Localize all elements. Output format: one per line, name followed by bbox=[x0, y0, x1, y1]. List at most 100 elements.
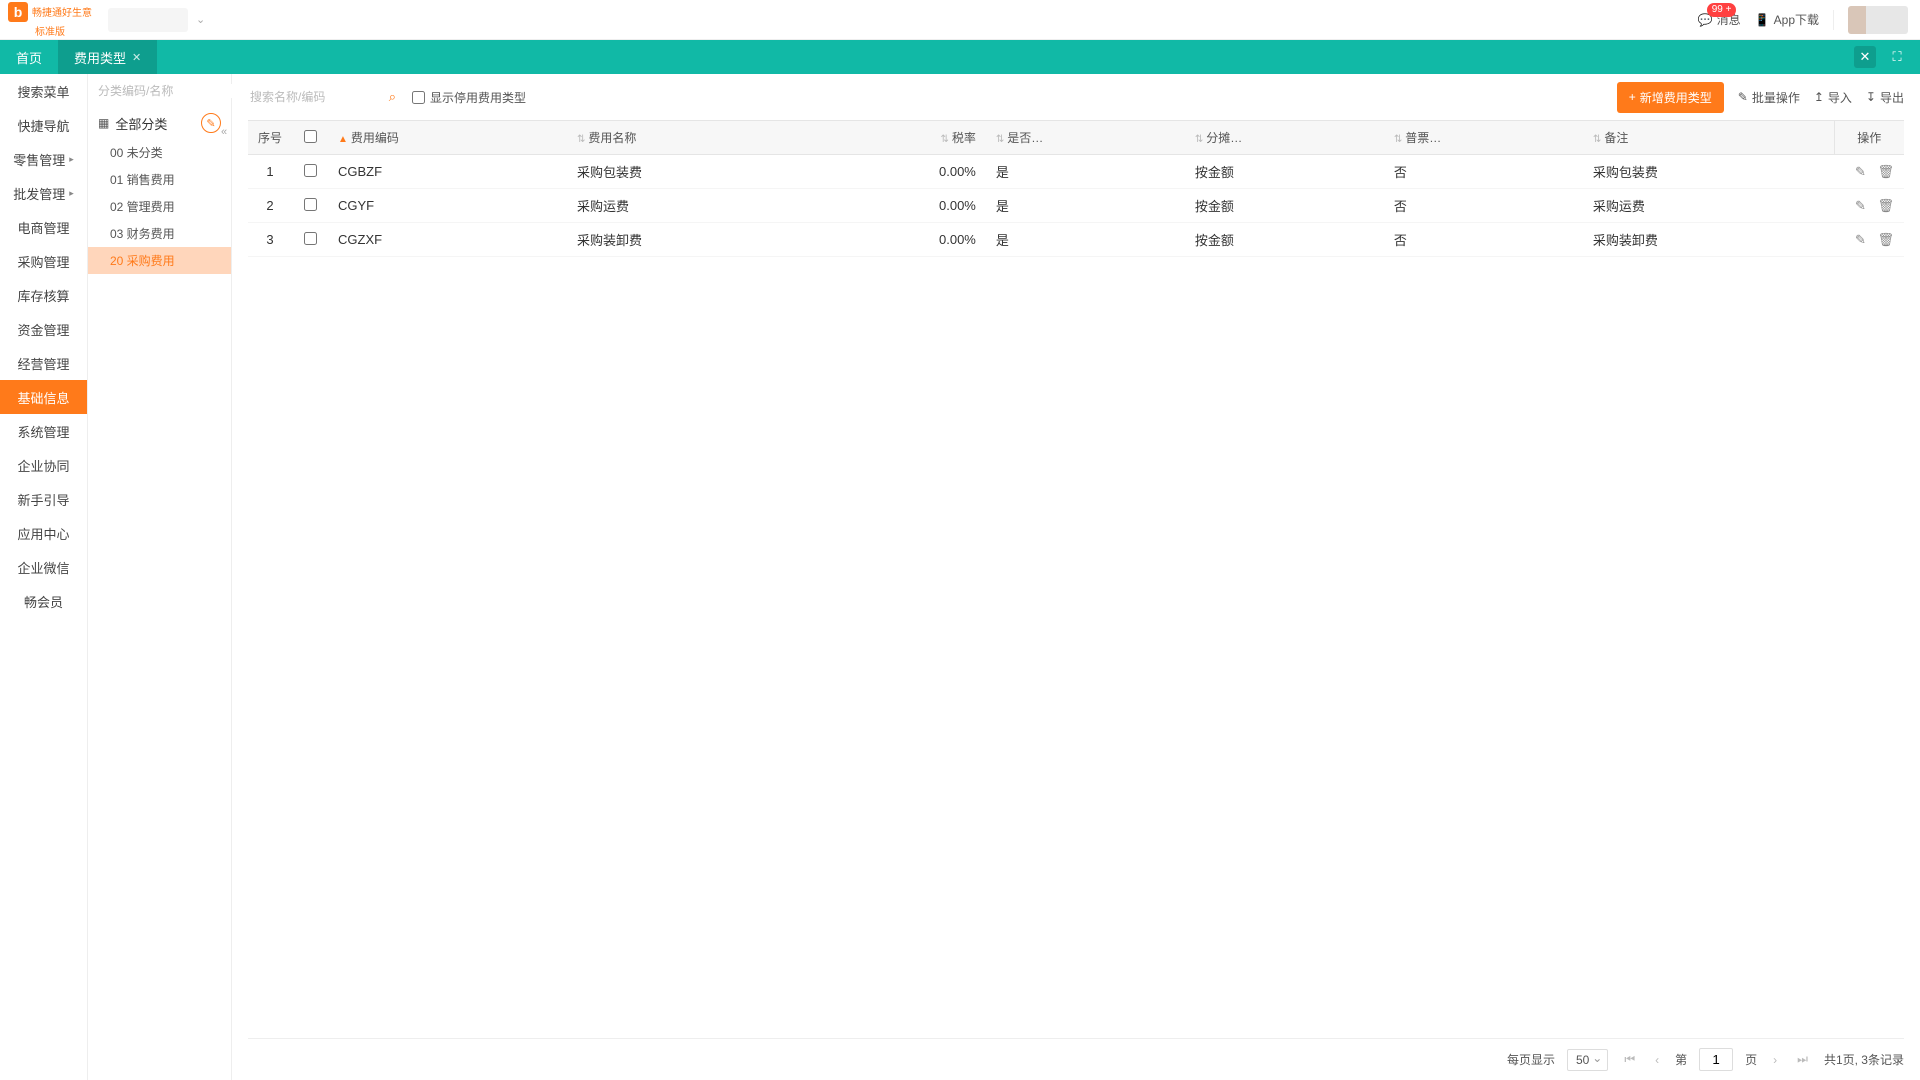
cell-ops: ✎ 🗑 bbox=[1834, 189, 1904, 223]
nav-funds[interactable]: 资金管理 bbox=[0, 312, 87, 346]
edit-row-icon[interactable]: ✎ bbox=[1855, 198, 1866, 213]
cell-is: 是 bbox=[986, 189, 1185, 223]
nav-ecommerce[interactable]: 电商管理 bbox=[0, 210, 87, 244]
nav-wechat[interactable]: 企业微信 bbox=[0, 550, 87, 584]
category-item[interactable]: 00 未分类 bbox=[88, 139, 231, 166]
show-disabled-chk[interactable] bbox=[412, 91, 425, 104]
logo[interactable]: b 畅捷通好生意 标准版 bbox=[0, 0, 100, 40]
category-item[interactable]: 03 财务费用 bbox=[88, 220, 231, 247]
delete-row-icon[interactable]: 🗑 bbox=[1877, 232, 1894, 247]
delete-row-icon[interactable]: 🗑 bbox=[1877, 198, 1894, 213]
per-page-label: 每页显示 bbox=[1507, 1051, 1555, 1068]
col-ops: 操作 bbox=[1834, 121, 1904, 155]
grid-icon: ▦ bbox=[98, 116, 109, 130]
nav-guide[interactable]: 新手引导 bbox=[0, 482, 87, 516]
cell-split: 按金额 bbox=[1185, 223, 1384, 257]
show-disabled-checkbox[interactable]: 显示停用费用类型 bbox=[412, 89, 526, 106]
plus-icon: + bbox=[1629, 90, 1636, 104]
sort-icon: ⇅ bbox=[1195, 134, 1203, 145]
category-item[interactable]: 02 管理费用 bbox=[88, 193, 231, 220]
row-checkbox[interactable] bbox=[304, 198, 317, 211]
cell-code: CGBZF bbox=[328, 155, 567, 189]
col-is[interactable]: ⇅是否… bbox=[986, 121, 1185, 155]
app-download-button[interactable]: 📱 App下载 bbox=[1755, 11, 1819, 28]
table-header-row: 序号 ▲费用编码 ⇅费用名称 ⇅税率 ⇅是否… ⇅分摊… ⇅普票… ⇅备注 操作 bbox=[248, 121, 1904, 155]
import-button[interactable]: ↥ 导入 bbox=[1814, 89, 1852, 106]
col-split[interactable]: ⇅分摊… bbox=[1185, 121, 1384, 155]
close-icon[interactable]: ✕ bbox=[132, 51, 141, 64]
logo-pair-text: 畅捷通好生意 bbox=[32, 4, 92, 19]
nav-purchase[interactable]: 采购管理 bbox=[0, 244, 87, 278]
col-code[interactable]: ▲费用编码 bbox=[328, 121, 567, 155]
nav-wholesale[interactable]: 批发管理▸ bbox=[0, 176, 87, 210]
collapse-panel-icon[interactable]: « bbox=[216, 124, 232, 140]
tab-close-all-button[interactable]: ✕ bbox=[1854, 46, 1876, 68]
export-icon: ↧ bbox=[1866, 90, 1876, 104]
col-idx[interactable]: 序号 bbox=[248, 121, 292, 155]
nav-retail[interactable]: 零售管理▸ bbox=[0, 142, 87, 176]
nav-inventory[interactable]: 库存核算 bbox=[0, 278, 87, 312]
nav-basic-info[interactable]: 基础信息 bbox=[0, 380, 87, 414]
tab-home-label: 首页 bbox=[16, 48, 42, 67]
cell-name: 采购包装费 bbox=[567, 155, 818, 189]
col-name[interactable]: ⇅费用名称 bbox=[567, 121, 818, 155]
add-expense-type-button[interactable]: + 新增费用类型 bbox=[1617, 82, 1724, 113]
tab-expense-type[interactable]: 费用类型 ✕ bbox=[58, 40, 157, 74]
col-ticket[interactable]: ⇅普票… bbox=[1384, 121, 1583, 155]
chevron-down-icon[interactable]: ⌄ bbox=[196, 13, 205, 26]
sort-icon: ⇅ bbox=[1593, 134, 1601, 145]
delete-row-icon[interactable]: 🗑 bbox=[1877, 164, 1894, 179]
nav-business[interactable]: 经营管理 bbox=[0, 346, 87, 380]
main-area: ⌕ 显示停用费用类型 + 新增费用类型 ✎ 批量操作 ↥ 导入 ↧ 导出 bbox=[232, 74, 1920, 1080]
row-checkbox[interactable] bbox=[304, 232, 317, 245]
edit-row-icon[interactable]: ✎ bbox=[1855, 232, 1866, 247]
select-all-checkbox[interactable] bbox=[304, 130, 317, 143]
tab-home[interactable]: 首页 bbox=[0, 40, 58, 74]
col-rate[interactable]: ⇅税率 bbox=[818, 121, 986, 155]
search-input[interactable] bbox=[248, 86, 398, 109]
col-select-all[interactable] bbox=[292, 121, 328, 155]
prev-page-icon[interactable]: ‹ bbox=[1651, 1053, 1663, 1067]
nav-quick[interactable]: 快捷导航 bbox=[0, 108, 87, 142]
cell-rate: 0.00% bbox=[818, 223, 986, 257]
messages-button[interactable]: 💬 消息 99 + bbox=[1698, 11, 1741, 28]
category-list: 00 未分类 01 销售费用 02 管理费用 03 财务费用 20 采购费用 bbox=[88, 139, 231, 274]
tab-bar-right: ✕ ⛶ bbox=[1854, 40, 1920, 74]
category-all[interactable]: ▦ 全部分类 ✎ bbox=[88, 107, 231, 139]
last-page-icon[interactable]: ⏭ bbox=[1793, 1052, 1812, 1067]
sort-icon: ⇅ bbox=[996, 134, 1004, 145]
cell-ticket: 否 bbox=[1384, 155, 1583, 189]
toolbar: ⌕ 显示停用费用类型 + 新增费用类型 ✎ 批量操作 ↥ 导入 ↧ 导出 bbox=[232, 74, 1920, 120]
cell-code: CGZXF bbox=[328, 223, 567, 257]
category-search-input[interactable] bbox=[98, 84, 253, 98]
cell-idx: 1 bbox=[248, 155, 292, 189]
page-number-input[interactable] bbox=[1699, 1048, 1733, 1071]
sort-icon: ▲ bbox=[338, 134, 348, 145]
nav-app-center[interactable]: 应用中心 bbox=[0, 516, 87, 550]
first-page-icon[interactable]: ⏮ bbox=[1620, 1052, 1639, 1067]
cell-name: 采购运费 bbox=[567, 189, 818, 223]
nav-search-menu[interactable]: 搜索菜单 bbox=[0, 74, 87, 108]
fullscreen-icon[interactable]: ⛶ bbox=[1886, 46, 1908, 68]
batch-button[interactable]: ✎ 批量操作 bbox=[1738, 89, 1800, 106]
nav-system[interactable]: 系统管理 bbox=[0, 414, 87, 448]
nav-collaboration[interactable]: 企业协同 bbox=[0, 448, 87, 482]
body: 搜索菜单 快捷导航 零售管理▸ 批发管理▸ 电商管理 采购管理 库存核算 资金管… bbox=[0, 74, 1920, 1080]
category-item[interactable]: 20 采购费用 bbox=[88, 247, 231, 274]
page-suffix: 页 bbox=[1745, 1051, 1757, 1068]
cell-is: 是 bbox=[986, 155, 1185, 189]
sort-icon: ⇅ bbox=[940, 134, 948, 145]
category-search-row: ⌕ bbox=[88, 74, 231, 107]
page-size-select[interactable]: 50 bbox=[1567, 1049, 1608, 1071]
row-checkbox[interactable] bbox=[304, 164, 317, 177]
next-page-icon[interactable]: › bbox=[1769, 1053, 1781, 1067]
sort-icon: ⇅ bbox=[577, 134, 585, 145]
col-remark[interactable]: ⇅备注 bbox=[1583, 121, 1834, 155]
nav-member[interactable]: 畅会员 bbox=[0, 584, 87, 618]
export-button[interactable]: ↧ 导出 bbox=[1866, 89, 1904, 106]
org-selector[interactable] bbox=[108, 8, 188, 32]
category-item[interactable]: 01 销售费用 bbox=[88, 166, 231, 193]
edit-row-icon[interactable]: ✎ bbox=[1855, 164, 1866, 179]
caret-icon: ▸ bbox=[69, 154, 74, 165]
avatar[interactable] bbox=[1848, 6, 1908, 34]
